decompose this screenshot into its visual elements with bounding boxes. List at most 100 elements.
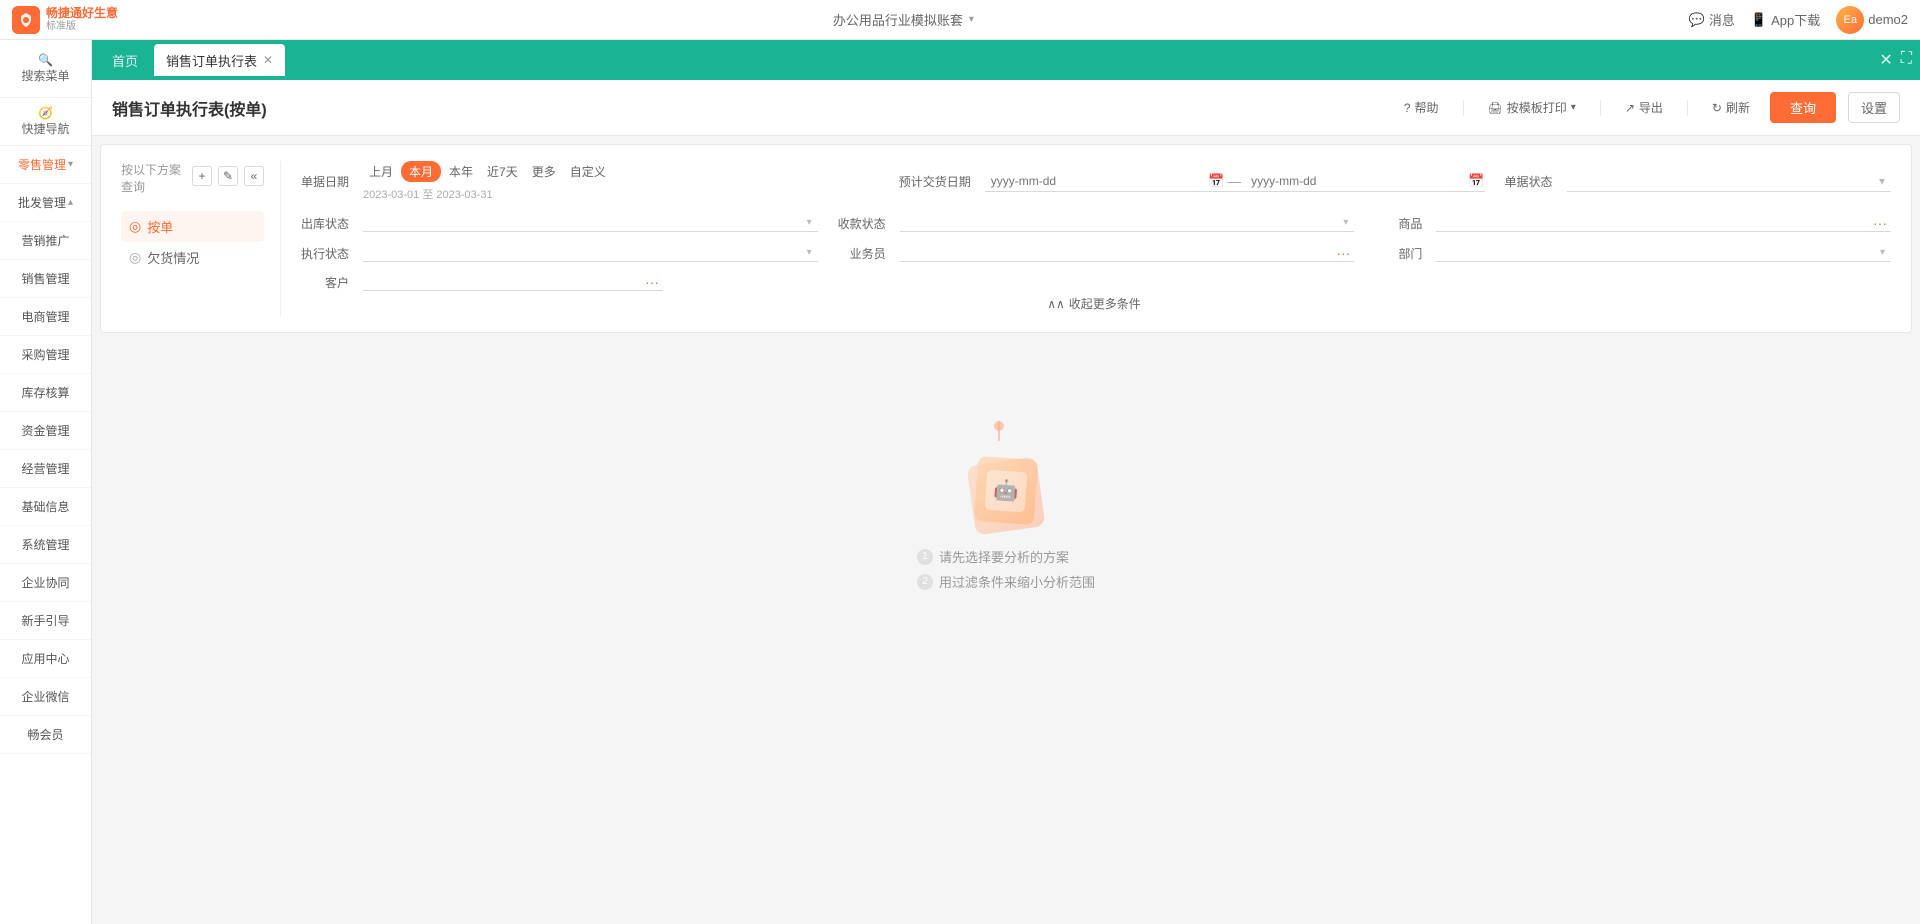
expand-window-icon[interactable]: ⛶: [1901, 50, 1912, 70]
goods-input[interactable]: [1436, 216, 1869, 230]
scheme-add-button[interactable]: +: [192, 166, 212, 186]
app-download-button[interactable]: 📱 App下载: [1751, 10, 1820, 29]
tab-sales-order[interactable]: 销售订单执行表 ✕: [154, 44, 285, 76]
empty-illustration: 🤖: [946, 421, 1066, 531]
salesperson-input[interactable]: [900, 246, 1333, 260]
logo-area: 畅捷通好生意 标准版: [12, 6, 118, 34]
tab-bar: 首页 销售订单执行表 ✕ ✕ ⛶: [92, 40, 1920, 80]
customer-ellipsis-icon[interactable]: ···: [641, 274, 663, 290]
query-button[interactable]: 查询: [1770, 92, 1836, 123]
goods-ellipsis-icon[interactable]: ···: [1869, 215, 1891, 231]
sidebar-item-sales[interactable]: 销售管理: [0, 260, 91, 298]
filter-row-1: 单据日期 上月 本月 本年 近7天 更多 自定义: [297, 161, 1891, 202]
sidebar-search-area: 🔍 搜索菜单: [0, 40, 91, 98]
top-bar-left: 畅捷通好生意 标准版: [12, 6, 118, 34]
sidebar-item-wholesale[interactable]: 批发管理 ▴: [0, 184, 91, 222]
order-status-select[interactable]: ▾: [1567, 171, 1892, 192]
sidebar-item-basic[interactable]: 基础信息: [0, 488, 91, 526]
delivery-status-select[interactable]: ▾: [363, 214, 818, 232]
sidebar-item-member[interactable]: 畅会员: [0, 716, 91, 754]
sidebar: 🔍 搜索菜单 🧭 快捷导航 零售管理 ▾ 批发管理 ▴ 营销推广 销售管理 电商…: [0, 40, 92, 924]
help-icon: ?: [1404, 101, 1411, 115]
quick-nav-button[interactable]: 🧭 快捷导航: [0, 98, 91, 146]
filter-layout: 按以下方案查询 + ✎ « ◎ 按单 ◎: [121, 161, 1891, 316]
department-select[interactable]: ▾: [1436, 244, 1891, 262]
sidebar-item-ecommerce[interactable]: 电商管理: [0, 298, 91, 336]
page-actions: ? 帮助 🖨 按模板打印 ↗ 导出 ↻: [1396, 92, 1900, 123]
filter-salesperson-field: 业务员 ···: [834, 245, 1355, 262]
sidebar-item-operations[interactable]: 经营管理: [0, 450, 91, 488]
top-bar-center: 办公用品行业模拟账套 ▾: [833, 10, 974, 29]
customer-input[interactable]: [363, 275, 641, 289]
payment-status-select[interactable]: ▾: [900, 214, 1355, 232]
sidebar-item-purchase[interactable]: 采购管理: [0, 336, 91, 374]
help-button[interactable]: ? 帮助: [1396, 95, 1447, 120]
tab-close-icon[interactable]: ✕: [263, 53, 273, 67]
close-window-icon[interactable]: ✕: [1879, 50, 1892, 70]
message-button[interactable]: 💬 消息: [1689, 10, 1735, 29]
search-menu-button[interactable]: 🔍 搜索菜单: [8, 48, 83, 89]
main-layout: 🔍 搜索菜单 🧭 快捷导航 零售管理 ▾ 批发管理 ▴ 营销推广 销售管理 电商…: [0, 40, 1920, 924]
calendar-icon-2[interactable]: 📅: [1468, 173, 1484, 189]
refresh-icon: ↻: [1712, 101, 1722, 115]
expected-date-from-input[interactable]: [985, 171, 1204, 191]
sidebar-item-finance[interactable]: 资金管理: [0, 412, 91, 450]
sidebar-item-enterprise[interactable]: 企业协同: [0, 564, 91, 602]
top-bar-right: 💬 消息 📱 App下载 Ea demo2: [1689, 6, 1908, 34]
phone-icon: 📱: [1751, 12, 1767, 28]
scheme-item-按单[interactable]: ◎ 按单: [121, 211, 264, 242]
salesperson-ellipsis-icon[interactable]: ···: [1332, 245, 1354, 261]
tab-bar-actions: ✕ ⛶: [1879, 50, 1912, 70]
collapse-row: ∧∧ 收起更多条件: [297, 291, 1891, 316]
scheme-collapse-button[interactable]: «: [244, 166, 264, 186]
filter-scheme-sidebar: 按以下方案查询 + ✎ « ◎ 按单 ◎: [121, 161, 281, 316]
execution-status-select[interactable]: ▾: [363, 244, 818, 262]
sidebar-item-system[interactable]: 系统管理: [0, 526, 91, 564]
sidebar-item-newbie[interactable]: 新手引导: [0, 602, 91, 640]
export-button[interactable]: ↗ 导出: [1617, 95, 1671, 120]
filter-customer-field: 客户 ···: [297, 274, 823, 291]
scheme-sub-icon: ◎: [129, 249, 141, 266]
scheme-active-icon: ◎: [129, 218, 141, 235]
expected-date-to-input[interactable]: [1245, 171, 1464, 191]
tab-home[interactable]: 首页: [100, 44, 150, 76]
filter-goods-field: 商品 ···: [1370, 215, 1891, 232]
export-icon: ↗: [1625, 101, 1635, 115]
date-tab-more[interactable]: 更多: [526, 161, 562, 182]
filter-fields: 单据日期 上月 本月 本年 近7天 更多 自定义: [297, 161, 1891, 316]
sidebar-item-retail[interactable]: 零售管理 ▾: [0, 146, 91, 184]
filter-delivery-status-field: 出库状态 ▾: [297, 214, 818, 232]
date-tab-this-year[interactable]: 本年: [443, 161, 479, 182]
date-tab-this-month[interactable]: 本月: [401, 161, 441, 182]
filter-payment-status-field: 收款状态 ▾: [834, 214, 1355, 232]
sidebar-item-apps[interactable]: 应用中心: [0, 640, 91, 678]
date-tab-7days[interactable]: 近7天: [481, 161, 524, 182]
collapse-icon: ∧∧: [1047, 297, 1065, 311]
print-button[interactable]: 🖨 按模板打印: [1480, 95, 1584, 120]
refresh-button[interactable]: ↻ 刷新: [1704, 95, 1758, 120]
sidebar-item-wechat[interactable]: 企业微信: [0, 678, 91, 716]
compass-icon: 🧭: [8, 106, 83, 120]
scheme-edit-button[interactable]: ✎: [218, 166, 238, 186]
date-tab-custom[interactable]: 自定义: [564, 161, 612, 182]
divider: [1463, 100, 1464, 116]
collapse-button[interactable]: ∧∧ 收起更多条件: [1047, 295, 1141, 312]
date-tab-last-month[interactable]: 上月: [363, 161, 399, 182]
payment-chevron-icon: ▾: [1343, 217, 1348, 228]
page-content: 销售订单执行表(按单) ? 帮助 🖨 按模板打印 ↗ 导出: [92, 80, 1920, 924]
settings-button[interactable]: 设置: [1848, 92, 1900, 123]
filter-panel: 按以下方案查询 + ✎ « ◎ 按单 ◎: [100, 144, 1912, 333]
search-icon: 🔍: [13, 53, 78, 67]
scheme-item-欠货情况[interactable]: ◎ 欠货情况: [121, 242, 264, 273]
sidebar-item-marketing[interactable]: 营销推广: [0, 222, 91, 260]
calendar-icon-1[interactable]: 📅: [1208, 173, 1224, 189]
filter-department-field: 部门 ▾: [1370, 244, 1891, 262]
chevron-up-icon: ▴: [68, 197, 73, 208]
filter-row-2: 出库状态 ▾ 收款状态 ▾: [297, 214, 1891, 232]
filter-expected-date-field: 预计交货日期 📅 — 📅: [899, 171, 1485, 192]
sidebar-item-inventory[interactable]: 库存核算: [0, 374, 91, 412]
filter-execution-status-field: 执行状态 ▾: [297, 244, 818, 262]
page-header: 销售订单执行表(按单) ? 帮助 🖨 按模板打印 ↗ 导出: [92, 80, 1920, 136]
user-menu[interactable]: Ea demo2: [1836, 6, 1908, 34]
center-dropdown-icon[interactable]: ▾: [969, 14, 974, 25]
